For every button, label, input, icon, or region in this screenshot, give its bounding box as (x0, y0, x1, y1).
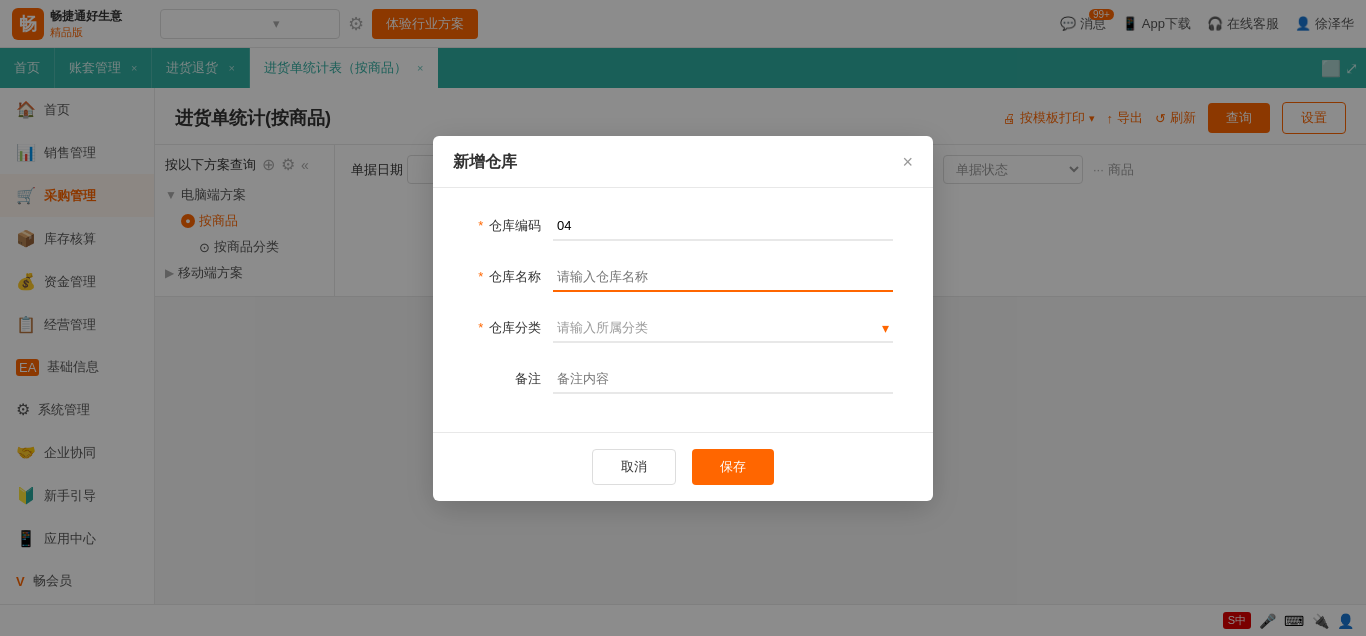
dialog-body: * 仓库编码 * 仓库名称 * 仓库分类 (433, 188, 933, 432)
dialog-title: 新增仓库 (453, 152, 517, 173)
warehouse-code-input[interactable] (553, 212, 893, 241)
save-button[interactable]: 保存 (692, 449, 774, 485)
category-required: * (478, 320, 483, 335)
remark-label: 备注 (473, 370, 553, 388)
cancel-button[interactable]: 取消 (592, 449, 676, 485)
dialog-overlay: 新增仓库 × * 仓库编码 * 仓库名称 (0, 0, 1366, 636)
name-label-text: 仓库名称 (489, 269, 541, 284)
warehouse-category-select[interactable]: 请输入所属分类 (553, 314, 893, 343)
new-warehouse-dialog: 新增仓库 × * 仓库编码 * 仓库名称 (433, 136, 933, 501)
dialog-header: 新增仓库 × (433, 136, 933, 188)
name-label: * 仓库名称 (473, 268, 553, 286)
form-row-name: * 仓库名称 (473, 263, 893, 292)
category-select-wrap: 请输入所属分类 ▾ (553, 314, 893, 343)
form-row-category: * 仓库分类 请输入所属分类 ▾ (473, 314, 893, 343)
form-row-remark: 备注 (473, 365, 893, 394)
code-label: * 仓库编码 (473, 217, 553, 235)
warehouse-name-input[interactable] (553, 263, 893, 292)
category-label: * 仓库分类 (473, 319, 553, 337)
remark-input[interactable] (553, 365, 893, 394)
category-label-text: 仓库分类 (489, 320, 541, 335)
remark-label-text: 备注 (515, 371, 541, 386)
name-required: * (478, 269, 483, 284)
code-required: * (478, 218, 483, 233)
dialog-footer: 取消 保存 (433, 432, 933, 501)
dialog-close-button[interactable]: × (902, 152, 913, 173)
code-label-text: 仓库编码 (489, 218, 541, 233)
form-row-code: * 仓库编码 (473, 212, 893, 241)
